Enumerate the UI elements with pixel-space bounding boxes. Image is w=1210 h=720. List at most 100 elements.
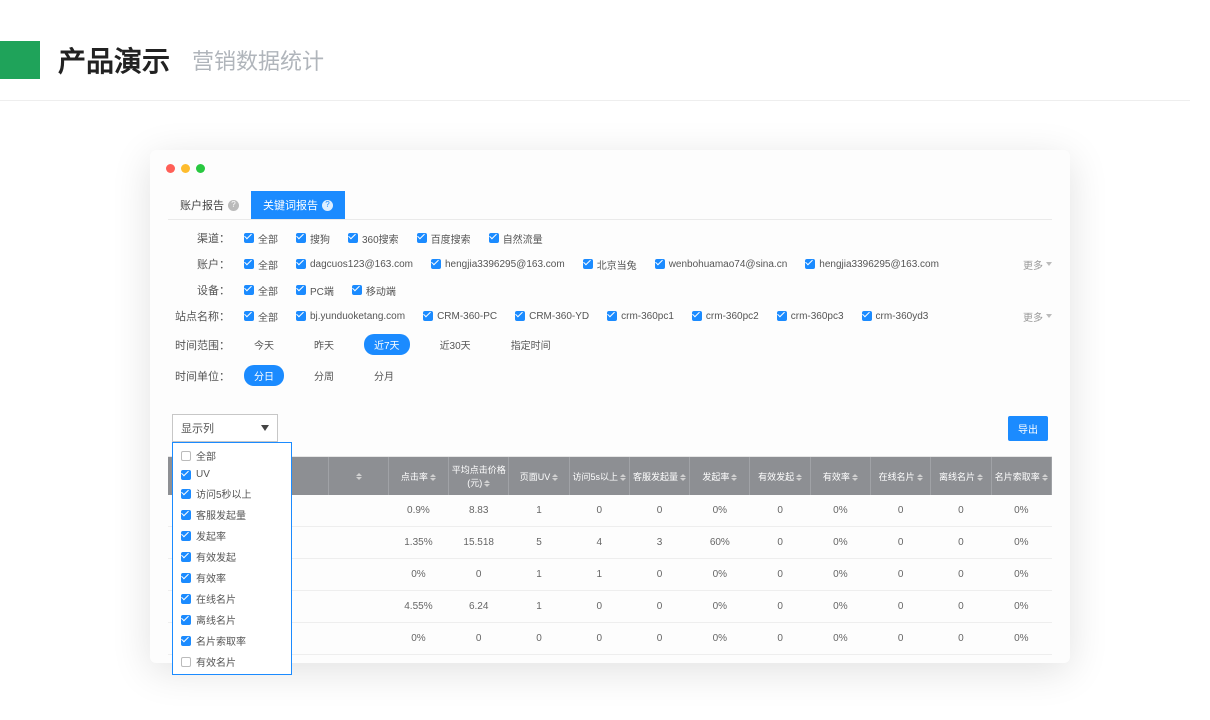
column-toggle[interactable]: 名片索取率 bbox=[173, 630, 291, 651]
radio-option[interactable]: 指定时间 bbox=[501, 334, 561, 355]
column-header[interactable]: 客服发起量 bbox=[629, 457, 689, 495]
export-button[interactable]: 导出 bbox=[1008, 416, 1048, 441]
filter-option[interactable]: PC端 bbox=[296, 283, 334, 298]
tab-keyword-report[interactable]: 关键词报告 ? bbox=[251, 191, 345, 219]
radio-option[interactable]: 近30天 bbox=[430, 334, 481, 355]
checkbox-icon bbox=[296, 285, 306, 295]
more-link[interactable]: 更多 bbox=[1023, 309, 1052, 324]
column-toggle[interactable]: 访问5秒以上 bbox=[173, 483, 291, 504]
filter-option[interactable]: 自然流量 bbox=[489, 231, 543, 246]
filter-option[interactable]: 北京当兔 bbox=[583, 257, 637, 272]
column-header[interactable]: 平均点击价格(元) bbox=[449, 457, 509, 495]
sort-icon[interactable] bbox=[731, 474, 737, 481]
filter-option[interactable]: 搜狗 bbox=[296, 231, 330, 246]
column-toggle[interactable]: 发起率 bbox=[173, 525, 291, 546]
table-cell: 0 bbox=[569, 495, 629, 527]
sort-icon[interactable] bbox=[917, 474, 923, 481]
window-controls bbox=[150, 150, 1070, 191]
column-toggle[interactable]: 客服发起量 bbox=[173, 504, 291, 525]
checkbox-icon bbox=[181, 552, 191, 562]
sort-icon[interactable] bbox=[552, 474, 558, 481]
filter-option[interactable]: CRM-360-YD bbox=[515, 311, 589, 322]
columns-dropdown-button[interactable]: 显示列 bbox=[172, 414, 278, 442]
filter-option[interactable]: crm-360yd3 bbox=[862, 311, 929, 322]
column-header[interactable]: 有效率 bbox=[810, 457, 870, 495]
filter-option[interactable]: wenbohuamao74@sina.cn bbox=[655, 259, 788, 270]
column-toggle[interactable]: 有效率 bbox=[173, 567, 291, 588]
filter-option[interactable]: hengjia3396295@163.com bbox=[805, 259, 939, 270]
column-toggle[interactable]: 在线名片 bbox=[173, 588, 291, 609]
sort-icon[interactable] bbox=[1042, 474, 1048, 481]
filter-option-label: 自然流量 bbox=[503, 231, 543, 246]
sort-icon[interactable] bbox=[796, 474, 802, 481]
sort-icon[interactable] bbox=[356, 473, 362, 480]
app-window: 账户报告 ? 关键词报告 ? 渠道：全部搜狗360搜索百度搜索自然流量账户：全部… bbox=[150, 150, 1070, 663]
more-link[interactable]: 更多 bbox=[1023, 257, 1052, 272]
radio-option[interactable]: 分月 bbox=[364, 365, 404, 386]
filter-option[interactable]: 全部 bbox=[244, 231, 278, 246]
filter-option[interactable]: crm-360pc1 bbox=[607, 311, 674, 322]
filter-option[interactable]: dagcuos123@163.com bbox=[296, 259, 413, 270]
sort-icon[interactable] bbox=[620, 474, 626, 481]
filter-option-label: 百度搜索 bbox=[431, 231, 471, 246]
filter-option[interactable]: CRM-360-PC bbox=[423, 311, 497, 322]
radio-option[interactable]: 分日 bbox=[244, 365, 284, 386]
filter-label: 站点名称： bbox=[168, 308, 230, 324]
filter-option-label: bj.yunduoketang.com bbox=[310, 311, 405, 322]
sort-icon[interactable] bbox=[680, 474, 686, 481]
table-cell: 15.518 bbox=[449, 527, 509, 559]
more-label: 更多 bbox=[1023, 309, 1043, 324]
filter-option[interactable]: crm-360pc3 bbox=[777, 311, 844, 322]
column-header[interactable]: 访问5s以上 bbox=[569, 457, 629, 495]
column-header[interactable]: 离线名片 bbox=[931, 457, 991, 495]
table-cell: 3 bbox=[629, 527, 689, 559]
table-row: bj-云朵课堂0.9%8.831000%00%000% bbox=[168, 495, 1052, 527]
sort-icon[interactable] bbox=[430, 474, 436, 481]
sort-icon[interactable] bbox=[852, 474, 858, 481]
filter-option[interactable]: 全部 bbox=[244, 309, 278, 324]
minimize-icon[interactable] bbox=[181, 164, 190, 173]
column-toggle[interactable]: UV bbox=[173, 466, 291, 483]
table-cell: 0% bbox=[388, 623, 448, 655]
filter-option[interactable]: 全部 bbox=[244, 283, 278, 298]
filter-option-label: dagcuos123@163.com bbox=[310, 259, 413, 270]
filter-option[interactable]: hengjia3396295@163.com bbox=[431, 259, 565, 270]
column-header[interactable]: 发起率 bbox=[690, 457, 750, 495]
column-header-label: 平均点击价格(元) bbox=[452, 465, 506, 488]
sort-icon[interactable] bbox=[484, 480, 490, 487]
filter-option[interactable]: 全部 bbox=[244, 257, 278, 272]
filter-option[interactable]: 百度搜索 bbox=[417, 231, 471, 246]
filter-option-label: crm-360pc2 bbox=[706, 311, 759, 322]
column-header[interactable]: 页面UV bbox=[509, 457, 569, 495]
help-icon[interactable]: ? bbox=[228, 200, 239, 211]
column-toggle[interactable]: 有效发起 bbox=[173, 546, 291, 567]
sort-icon[interactable] bbox=[977, 474, 983, 481]
filter-label: 设备： bbox=[168, 282, 230, 298]
radio-option[interactable]: 近7天 bbox=[364, 334, 410, 355]
table-cell: 0 bbox=[871, 559, 931, 591]
radio-option[interactable]: 分周 bbox=[304, 365, 344, 386]
column-header[interactable]: 有效发起 bbox=[750, 457, 810, 495]
checkbox-icon bbox=[181, 615, 191, 625]
column-toggle[interactable]: 离线名片 bbox=[173, 609, 291, 630]
close-icon[interactable] bbox=[166, 164, 175, 173]
maximize-icon[interactable] bbox=[196, 164, 205, 173]
column-toggle[interactable]: 全部 bbox=[173, 445, 291, 466]
filter-option[interactable]: bj.yunduoketang.com bbox=[296, 311, 405, 322]
column-header[interactable]: 名片索取率 bbox=[991, 457, 1051, 495]
column-header[interactable]: 在线名片 bbox=[871, 457, 931, 495]
radio-option[interactable]: 昨天 bbox=[304, 334, 344, 355]
accent-bar bbox=[0, 41, 40, 79]
filter-option[interactable]: 360搜索 bbox=[348, 231, 399, 246]
column-toggle[interactable]: 有效名片 bbox=[173, 651, 291, 672]
radio-option[interactable]: 今天 bbox=[244, 334, 284, 355]
column-header[interactable] bbox=[328, 457, 388, 495]
table-cell: 0% bbox=[810, 527, 870, 559]
help-icon[interactable]: ? bbox=[322, 200, 333, 211]
table-cell: 0 bbox=[931, 495, 991, 527]
filter-option[interactable]: crm-360pc2 bbox=[692, 311, 759, 322]
filter-option[interactable]: 移动端 bbox=[352, 283, 396, 298]
tab-account-report[interactable]: 账户报告 ? bbox=[168, 191, 251, 219]
column-header[interactable]: 点击率 bbox=[388, 457, 448, 495]
checkbox-icon bbox=[607, 311, 617, 321]
